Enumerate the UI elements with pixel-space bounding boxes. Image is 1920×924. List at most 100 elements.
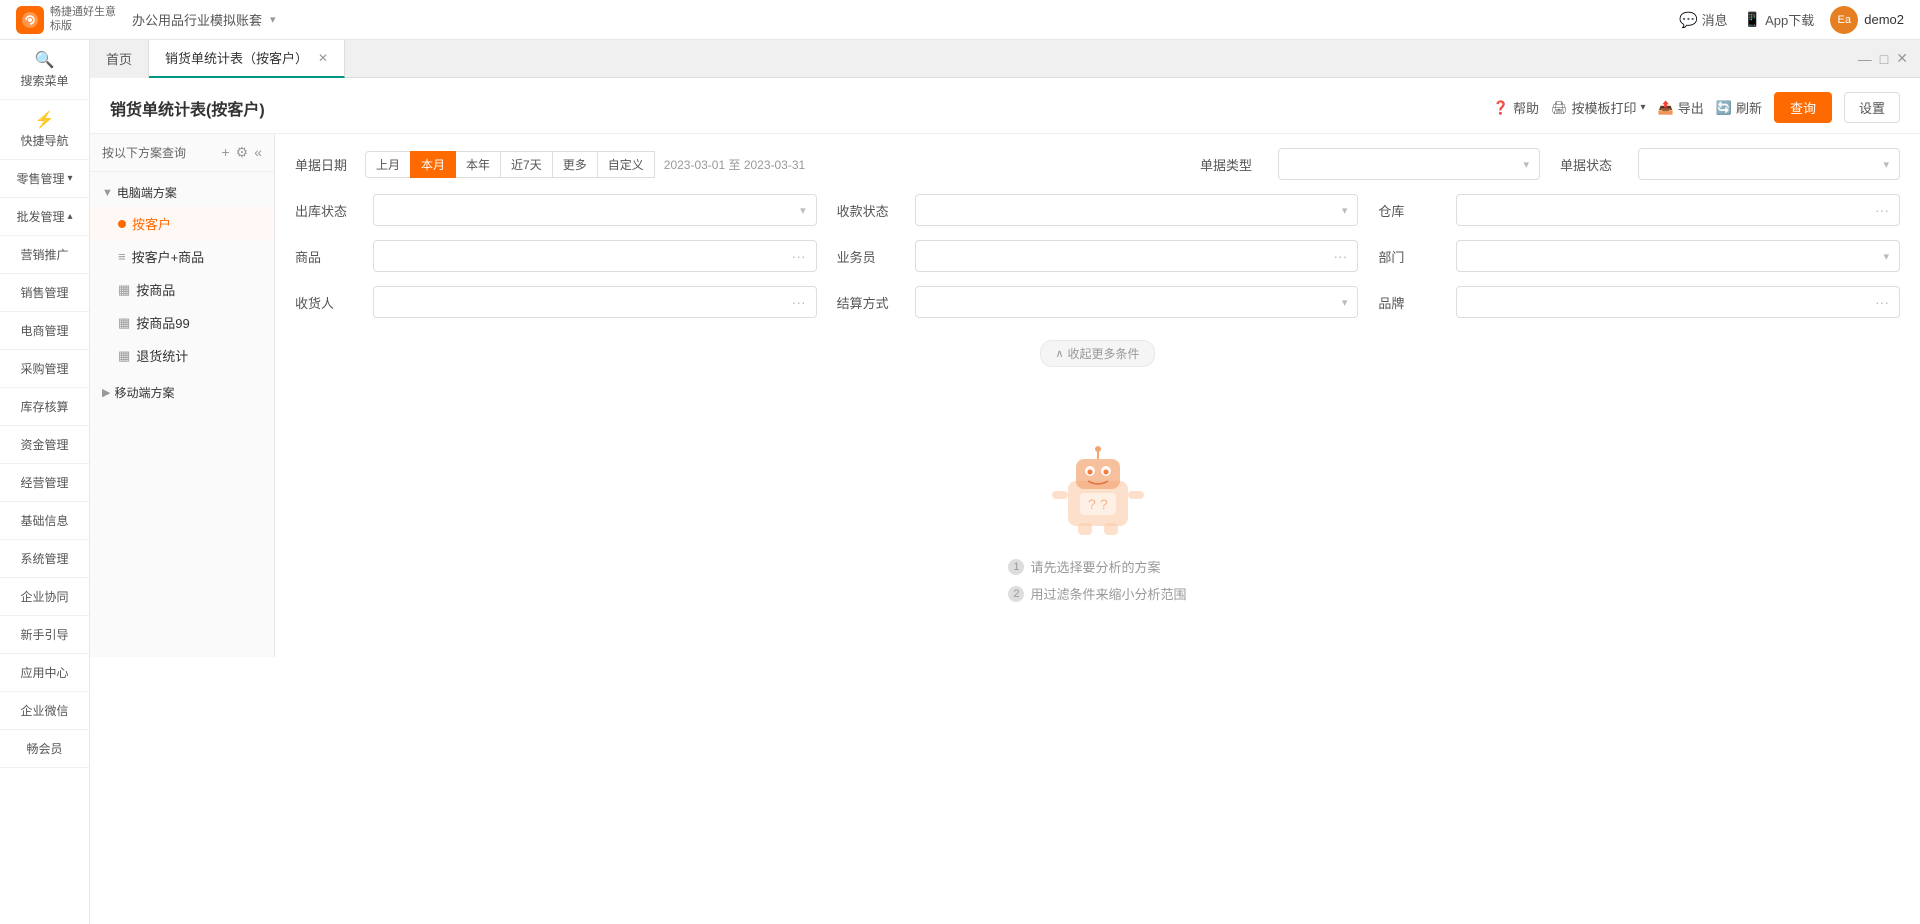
sidebar-item-basic[interactable]: 基础信息 [0, 502, 89, 540]
scheme-item-return-stats[interactable]: ▦ 退货统计 [90, 339, 274, 372]
chevron-down-icon: ▾ [1342, 296, 1348, 309]
sidebar-item-operations[interactable]: 经营管理 [0, 464, 89, 502]
message-action[interactable]: 💬 消息 [1679, 10, 1728, 29]
scheme-item-by-product-99[interactable]: ▦ 按商品99 [90, 306, 274, 339]
user-area[interactable]: Ea demo2 [1830, 6, 1904, 34]
warehouse-select[interactable]: ··· [1456, 194, 1900, 226]
sidebar-item-quicknav[interactable]: ⚡ 快捷导航 [0, 100, 89, 160]
tab-minimize-icon[interactable]: — [1858, 51, 1872, 67]
chevron-up-icon: ∧ [1055, 347, 1063, 360]
product-select[interactable]: ··· [373, 240, 817, 272]
salesperson-select[interactable]: ··· [915, 240, 1359, 272]
sidebar-item-purchase[interactable]: 采购管理 [0, 350, 89, 388]
sidebar-item-system[interactable]: 系统管理 [0, 540, 89, 578]
chevron-down-icon: ▾ [1883, 250, 1889, 263]
scheme-item-by-customer-product[interactable]: ≡ 按客户+商品 [90, 240, 274, 273]
print-button[interactable]: 🖨 按模板打印 ▾ [1551, 98, 1646, 117]
logo-icon [16, 6, 44, 34]
tab-maximize-icon[interactable]: □ [1880, 51, 1888, 67]
payment-status-select[interactable]: ▾ [915, 194, 1359, 226]
scheme-group-mobile-header[interactable]: ▶ 移动端方案 [90, 378, 274, 407]
phone-icon: 📱 [1744, 11, 1761, 28]
scheme-header-icons: + ⚙ « [221, 144, 262, 161]
empty-illustration: ? ? [1038, 441, 1158, 541]
sidebar-item-ecommerce[interactable]: 电商管理 [0, 312, 89, 350]
order-status-select[interactable]: ▾ [1638, 148, 1900, 180]
empty-state: ? ? 1 请先选择要分析的方案 2 用过滤条件来缩小分析范围 [295, 381, 1900, 643]
tab-home[interactable]: 首页 [90, 40, 149, 78]
sidebar-item-enterprise-wechat[interactable]: 企业微信 [0, 692, 89, 730]
sidebar-item-enterprise[interactable]: 企业协同 [0, 578, 89, 616]
chevron-down-icon: ▾ [800, 204, 806, 217]
order-type-select[interactable]: ▾ [1278, 148, 1540, 180]
empty-tip-2: 2 用过滤条件来缩小分析范围 [1008, 584, 1186, 603]
empty-tip-1: 1 请先选择要分析的方案 [1008, 557, 1186, 576]
empty-tips: 1 请先选择要分析的方案 2 用过滤条件来缩小分析范围 [1008, 557, 1186, 603]
payment-status-cell: 收款状态 ▾ [837, 194, 1359, 226]
export-button[interactable]: 📤 导出 [1658, 98, 1704, 117]
collapse-bar: ∧ 收起更多条件 [295, 332, 1900, 381]
tab-close-icon[interactable]: ✕ [318, 51, 328, 65]
stock-status-select[interactable]: ▾ [373, 194, 817, 226]
receiver-select[interactable]: ··· [373, 286, 817, 318]
tab-close-window-icon[interactable]: ✕ [1896, 50, 1908, 67]
sidebar-item-marketing[interactable]: 营销推广 [0, 236, 89, 274]
dots-icon: ··· [1875, 202, 1889, 218]
date-option-this-month[interactable]: 本月 [410, 151, 456, 178]
chevron-down-icon: ▼ [102, 187, 113, 199]
date-option-last-month[interactable]: 上月 [365, 151, 411, 178]
scheme-group-mobile: ▶ 移动端方案 [90, 378, 274, 407]
brand-cell: 品牌 ··· [1378, 286, 1900, 318]
refresh-icon: 🔄 [1716, 100, 1732, 116]
brand-select[interactable]: ··· [1456, 286, 1900, 318]
sidebar-item-finance[interactable]: 资金管理 [0, 426, 89, 464]
sidebar-item-wholesale[interactable]: 批发管理 ▴ [0, 198, 89, 236]
sidebar-item-newuser[interactable]: 新手引导 [0, 616, 89, 654]
help-icon: ❓ [1493, 100, 1509, 116]
dots-icon: ··· [792, 248, 806, 264]
app-download-action[interactable]: 📱 App下载 [1744, 10, 1815, 29]
dots-icon: ··· [792, 294, 806, 310]
message-icon: 💬 [1679, 11, 1698, 29]
date-option-more[interactable]: 更多 [552, 151, 598, 178]
top-header: 畅捷通好生意 标版 办公用品行业模拟账套 ▾ 💬 消息 📱 App下载 Ea d… [0, 0, 1920, 40]
scheme-item-by-customer[interactable]: 按客户 [90, 207, 274, 240]
product-cell: 商品 ··· [295, 240, 817, 272]
sidebar-item-sales[interactable]: 销售管理 [0, 274, 89, 312]
dropdown-arrow-icon[interactable]: ▾ [270, 13, 276, 26]
date-option-this-year[interactable]: 本年 [455, 151, 501, 178]
filter-row-4: 收货人 ··· 结算方式 ▾ [295, 286, 1900, 318]
sidebar-item-search[interactable]: 🔍 搜索菜单 [0, 40, 89, 100]
scheme-item-by-product[interactable]: ▦ 按商品 [90, 273, 274, 306]
query-button[interactable]: 查询 [1774, 92, 1832, 123]
settings-button[interactable]: 设置 [1844, 92, 1900, 123]
department-select[interactable]: ▾ [1456, 240, 1900, 272]
scheme-add-icon[interactable]: + [221, 144, 229, 161]
page-content: 销货单统计表(按客户) ❓ 帮助 🖨 按模板打印 ▾ 📤 导出 [90, 78, 1920, 924]
tab-bar: 首页 销货单统计表（按客户） ✕ — □ ✕ [90, 40, 1920, 78]
bar-chart-icon: ▦ [118, 348, 130, 364]
dots-icon: ··· [1875, 294, 1889, 310]
chevron-down-icon: ▾ [1342, 204, 1348, 217]
date-option-custom[interactable]: 自定义 [597, 151, 655, 178]
collapse-button[interactable]: ∧ 收起更多条件 [1040, 340, 1154, 367]
scheme-settings-icon[interactable]: ⚙ [236, 144, 249, 161]
settlement-select[interactable]: ▾ [915, 286, 1359, 318]
date-range-text: 2023-03-01 至 2023-03-31 [664, 156, 805, 173]
help-button[interactable]: ❓ 帮助 [1493, 98, 1539, 117]
sidebar-item-appcenter[interactable]: 应用中心 [0, 654, 89, 692]
user-name: demo2 [1864, 12, 1904, 27]
refresh-button[interactable]: 🔄 刷新 [1716, 98, 1762, 117]
scheme-collapse-icon[interactable]: « [254, 144, 262, 161]
header-right: 💬 消息 📱 App下载 Ea demo2 [1679, 6, 1904, 34]
search-icon: 🔍 [4, 50, 85, 70]
tab-sales-stat[interactable]: 销货单统计表（按客户） ✕ [149, 40, 345, 78]
scheme-group-desktop-header[interactable]: ▼ 电脑端方案 [90, 178, 274, 207]
sidebar-item-inventory[interactable]: 库存核算 [0, 388, 89, 426]
tab-bar-actions: — □ ✕ [1858, 50, 1920, 67]
sidebar-item-member[interactable]: 畅会员 [0, 730, 89, 768]
sidebar-item-retail[interactable]: 零售管理 ▾ [0, 160, 89, 198]
avatar: Ea [1830, 6, 1858, 34]
date-option-last-7[interactable]: 近7天 [500, 151, 553, 178]
chevron-down-icon: ▾ [1523, 158, 1529, 171]
